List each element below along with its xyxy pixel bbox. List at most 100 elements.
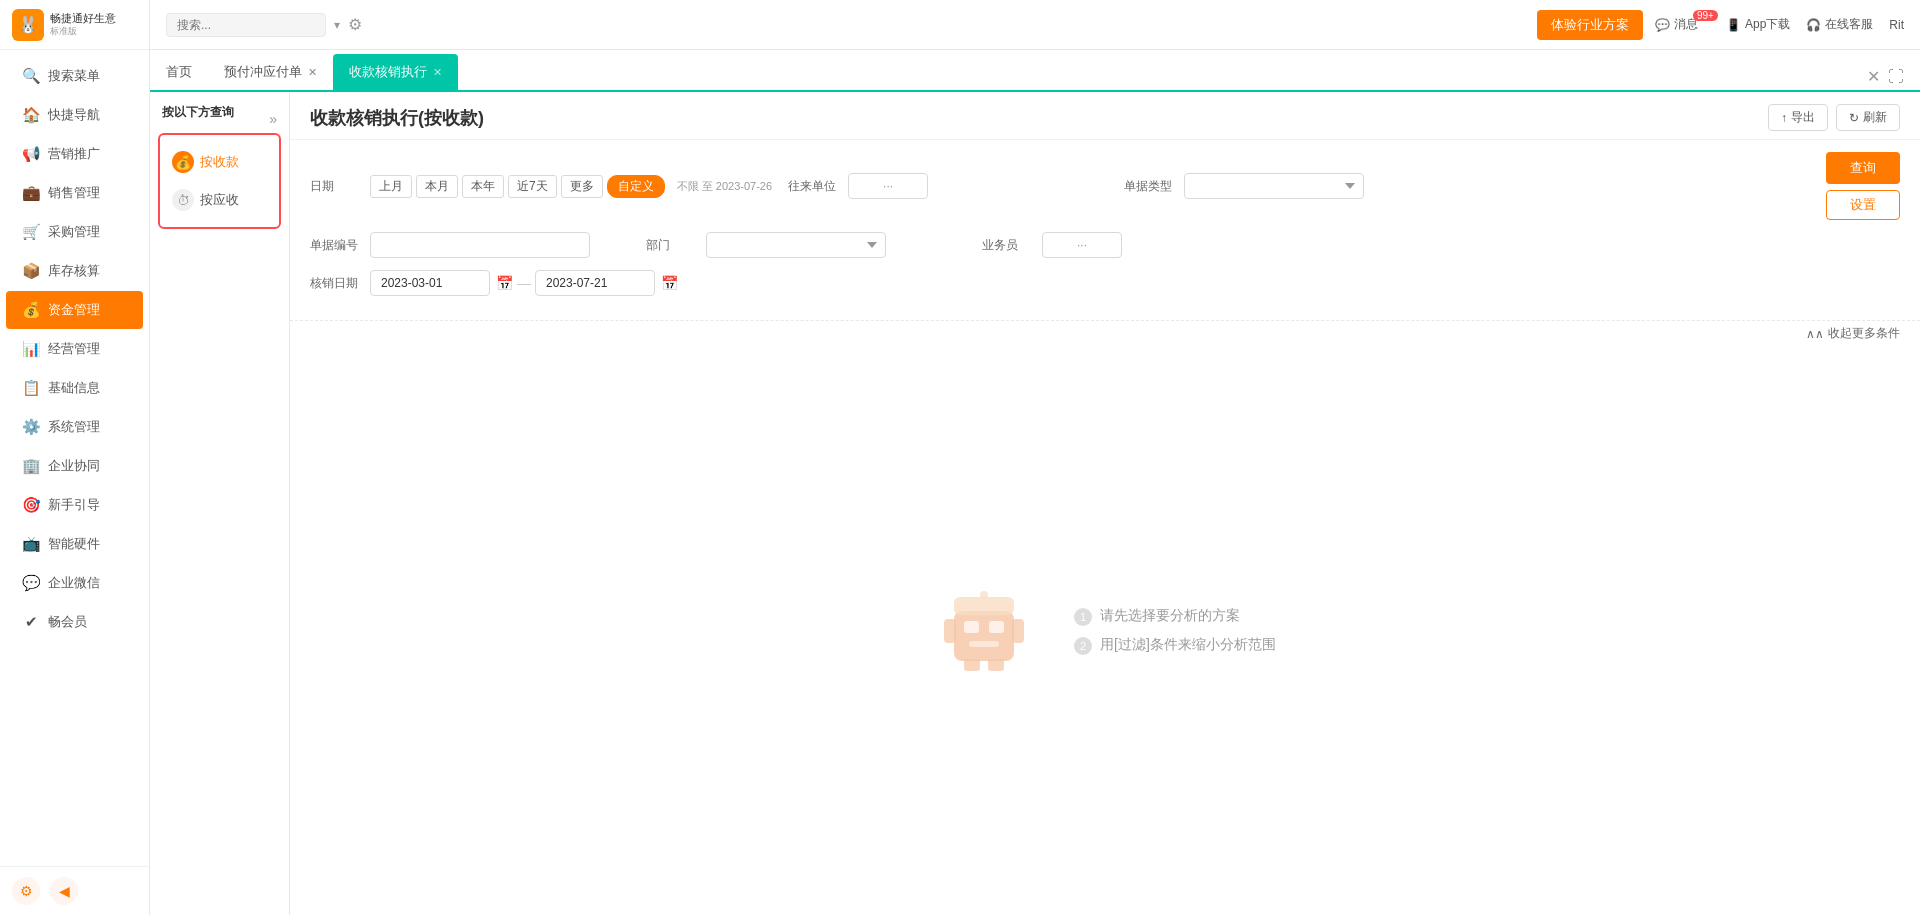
collapse-more-btn[interactable]: ∧∧ 收起更多条件 bbox=[1806, 325, 1900, 342]
topbar-right: 💬 消息 99+ 📱 App下载 🎧 在线客服 Rit bbox=[1655, 16, 1904, 33]
sidebar-item-enterprise[interactable]: 🏢 企业协同 bbox=[6, 447, 143, 485]
logo-text: 畅捷通好生意 标准版 bbox=[50, 11, 116, 38]
svg-rect-7 bbox=[988, 659, 1004, 671]
marketing-icon: 📢 bbox=[22, 145, 40, 163]
tab-prepay-close[interactable]: ✕ bbox=[308, 66, 317, 79]
staff-input[interactable]: ··· bbox=[1042, 232, 1122, 258]
date-btn-last-month[interactable]: 上月 bbox=[370, 175, 412, 198]
topbar-gear-icon[interactable]: ⚙ bbox=[348, 15, 362, 34]
sidebar-item-sales[interactable]: 💼 销售管理 bbox=[6, 174, 143, 212]
content-area: 按以下方查询 » 💰 按收款 ⏱ 按应收 收款核销执行(按收款) bbox=[150, 92, 1920, 915]
svg-rect-2 bbox=[989, 621, 1004, 633]
topbar-search-input[interactable] bbox=[166, 13, 326, 37]
sidebar-item-purchase[interactable]: 🛒 采购管理 bbox=[6, 213, 143, 251]
staff-group: 业务员 ··· bbox=[982, 232, 1302, 258]
counterpart-input[interactable]: ··· bbox=[848, 173, 928, 199]
setting-btn[interactable]: 设置 bbox=[1826, 190, 1900, 220]
tab-receipt-offset[interactable]: 收款核销执行 ✕ bbox=[333, 54, 458, 90]
sidebar-item-marketing[interactable]: 📢 营销推广 bbox=[6, 135, 143, 173]
industry-btn[interactable]: 体验行业方案 bbox=[1537, 10, 1643, 40]
by-receipt-icon: 💰 bbox=[172, 151, 194, 173]
offset-date-end-calendar-icon[interactable]: 📅 bbox=[661, 275, 678, 291]
svg-rect-4 bbox=[944, 619, 956, 643]
date-btn-7days[interactable]: 近7天 bbox=[508, 175, 557, 198]
offset-date-start-input[interactable] bbox=[370, 270, 490, 296]
doc-type-select[interactable] bbox=[1184, 173, 1364, 199]
quick-nav-icon: 🏠 bbox=[22, 106, 40, 124]
sidebar-item-operation[interactable]: 📊 经营管理 bbox=[6, 330, 143, 368]
collapse-more-section: ∧∧ 收起更多条件 bbox=[290, 320, 1920, 346]
doc-type-label: 单据类型 bbox=[1124, 178, 1176, 195]
page-header: 收款核销执行(按收款) ↑ 导出 ↻ 刷新 bbox=[290, 92, 1920, 140]
date-label: 日期 bbox=[310, 178, 362, 195]
sidebar-item-basic-info[interactable]: 📋 基础信息 bbox=[6, 369, 143, 407]
sidebar-item-smart-hw[interactable]: 📺 智能硬件 bbox=[6, 525, 143, 563]
purchase-icon: 🛒 bbox=[22, 223, 40, 241]
svg-rect-1 bbox=[964, 621, 979, 633]
svg-point-9 bbox=[980, 591, 988, 599]
main-panel: 收款核销执行(按收款) ↑ 导出 ↻ 刷新 日期 bbox=[290, 92, 1920, 915]
offset-date-start-calendar-icon[interactable]: 📅 bbox=[496, 275, 513, 291]
refresh-btn[interactable]: ↻ 刷新 bbox=[1836, 104, 1900, 131]
export-btn[interactable]: ↑ 导出 bbox=[1768, 104, 1828, 131]
topbar-chevron-icon: ▾ bbox=[334, 18, 340, 32]
doc-no-input[interactable] bbox=[370, 232, 590, 258]
filter-items-border: 💰 按收款 ⏱ 按应收 bbox=[158, 133, 281, 229]
tab-home[interactable]: 首页 bbox=[150, 54, 208, 90]
export-icon: ↑ bbox=[1781, 111, 1787, 125]
sidebar-item-guide[interactable]: 🎯 新手引导 bbox=[6, 486, 143, 524]
settings-icon[interactable]: ⚙ bbox=[12, 877, 40, 905]
doc-type-group: 单据类型 bbox=[1124, 173, 1444, 199]
smart-hw-icon: 📺 bbox=[22, 535, 40, 553]
form-row-1: 日期 上月 本月 本年 近7天 更多 自定义 不限 至 2023-07-26 往… bbox=[310, 152, 1900, 220]
tab-expand-icon[interactable]: ⛶ bbox=[1888, 68, 1904, 86]
form-row-2: 单据编号 部门 业务员 ··· bbox=[310, 232, 1900, 258]
message-btn[interactable]: 💬 消息 99+ bbox=[1655, 16, 1710, 33]
sidebar-item-system[interactable]: ⚙️ 系统管理 bbox=[6, 408, 143, 446]
offset-date-end-input[interactable] bbox=[535, 270, 655, 296]
empty-tips: 1 请先选择要分析的方案 2 用[过滤]条件来缩小分析范围 bbox=[1074, 607, 1276, 655]
service-btn[interactable]: 🎧 在线客服 bbox=[1806, 16, 1873, 33]
date-btn-custom[interactable]: 自定义 bbox=[607, 175, 665, 198]
wecom-icon: 💬 bbox=[22, 574, 40, 592]
empty-tip-2: 2 用[过滤]条件来缩小分析范围 bbox=[1074, 636, 1276, 655]
tab-receipt-offset-close[interactable]: ✕ bbox=[433, 66, 442, 79]
date-shortcuts: 上月 本月 本年 近7天 更多 自定义 bbox=[370, 175, 665, 198]
sidebar-footer: ⚙ ◀ bbox=[0, 866, 149, 915]
sidebar-item-finance[interactable]: 💰 资金管理 bbox=[6, 291, 143, 329]
filter-collapse-icon[interactable]: » bbox=[265, 107, 281, 131]
sidebar-item-search-menu[interactable]: 🔍 搜索菜单 bbox=[6, 57, 143, 95]
member-icon: ✔ bbox=[22, 613, 40, 631]
system-icon: ⚙️ bbox=[22, 418, 40, 436]
sidebar-nav: 🔍 搜索菜单 🏠 快捷导航 📢 营销推广 💼 销售管理 🛒 采购管理 📦 库存核… bbox=[0, 50, 149, 866]
date-btn-this-month[interactable]: 本月 bbox=[416, 175, 458, 198]
sidebar-item-quick-nav[interactable]: 🏠 快捷导航 bbox=[6, 96, 143, 134]
empty-tip-1: 1 请先选择要分析的方案 bbox=[1074, 607, 1276, 626]
message-icon: 💬 bbox=[1655, 18, 1670, 32]
query-btn[interactable]: 查询 bbox=[1826, 152, 1900, 184]
empty-illustration bbox=[934, 581, 1034, 681]
header-actions: ↑ 导出 ↻ 刷新 bbox=[1768, 104, 1900, 131]
sidebar-item-wecom[interactable]: 💬 企业微信 bbox=[6, 564, 143, 602]
filter-by-receipt[interactable]: 💰 按收款 bbox=[166, 143, 273, 181]
date-btn-this-year[interactable]: 本年 bbox=[462, 175, 504, 198]
filter-by-receivable[interactable]: ⏱ 按应收 bbox=[166, 181, 273, 219]
department-group: 部门 bbox=[646, 232, 966, 258]
page-title: 收款核销执行(按收款) bbox=[310, 106, 484, 130]
service-icon: 🎧 bbox=[1806, 18, 1821, 32]
svg-rect-8 bbox=[954, 597, 1014, 615]
sidebar-item-inventory[interactable]: 📦 库存核算 bbox=[6, 252, 143, 290]
department-select[interactable] bbox=[706, 232, 886, 258]
by-receivable-icon: ⏱ bbox=[172, 189, 194, 211]
tabbar-actions: ✕ ⛶ bbox=[1867, 67, 1920, 90]
app-download-btn[interactable]: 📱 App下载 bbox=[1726, 16, 1790, 33]
staff-label: 业务员 bbox=[982, 237, 1034, 254]
tab-close-all-icon[interactable]: ✕ bbox=[1867, 67, 1880, 86]
date-btn-more[interactable]: 更多 bbox=[561, 175, 603, 198]
filter-title: 按以下方查询 bbox=[158, 104, 238, 121]
tab-prepay[interactable]: 预付冲应付单 ✕ bbox=[208, 54, 333, 90]
sidebar-item-member[interactable]: ✔ 畅会员 bbox=[6, 603, 143, 641]
user-menu[interactable]: Rit bbox=[1889, 18, 1904, 32]
empty-state: 1 请先选择要分析的方案 2 用[过滤]条件来缩小分析范围 bbox=[290, 346, 1920, 915]
collapse-sidebar-icon[interactable]: ◀ bbox=[50, 877, 78, 905]
